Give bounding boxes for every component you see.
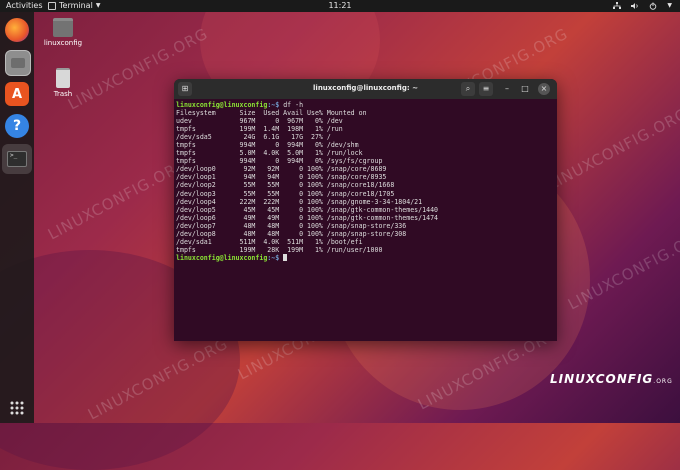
maximize-button[interactable]: □ — [519, 83, 531, 95]
terminal-output[interactable]: linuxconfig@linuxconfig:~$ df -h Filesyst… — [174, 99, 557, 264]
system-tray[interactable]: ▼ — [613, 0, 672, 12]
minimize-button[interactable]: – — [501, 83, 513, 95]
linuxconfig-logo: LINUXCONFIG.ORG — [550, 372, 673, 386]
minimize-icon: – — [505, 84, 509, 93]
desktop-icon-label: linuxconfig — [43, 39, 83, 47]
text-cursor — [283, 253, 288, 261]
dock: A ? >_ — [0, 12, 34, 423]
prompt-path: :~$ — [267, 101, 280, 109]
output-row: /dev/loop0 92M 92M 0 100% /snap/core/868… — [176, 165, 387, 174]
help-icon[interactable]: ? — [5, 114, 29, 138]
output-row: /dev/loop7 48M 48M 0 100% /snap/snap-sto… — [176, 221, 407, 230]
prompt-line: linuxconfig@linuxconfig:~$ — [176, 253, 555, 262]
output-row: tmpfs 5.0M 4.0K 5.0M 1% /run/lock — [176, 149, 363, 158]
command-text: df -h — [279, 101, 304, 109]
output-row: /dev/loop3 55M 55M 0 100% /snap/core18/1… — [176, 189, 395, 198]
output-row: udev 967M 0 967M 0% /dev — [176, 117, 343, 126]
output-row: tmpfs 199M 1.4M 198M 1% /run — [176, 125, 343, 134]
search-button[interactable]: ⌕ — [461, 82, 475, 96]
output-row: tmpfs 994M 0 994M 0% /dev/shm — [176, 141, 359, 150]
output-row: /dev/loop6 49M 49M 0 100% /snap/gtk-comm… — [176, 213, 439, 222]
prompt-path: :~$ — [267, 253, 280, 262]
output-row: /dev/sda1 511M 4.0K 511M 1% /boot/efi — [176, 237, 363, 246]
logo-suffix-text: .ORG — [653, 378, 673, 385]
top-bar: Activities Terminal ▼ 11:21 ▼ — [0, 0, 680, 12]
folder-icon — [53, 18, 73, 37]
output-header: Filesystem Size Used Avail Use% Mounted … — [176, 109, 367, 118]
maximize-icon: □ — [521, 84, 529, 93]
desktop-trash[interactable]: Trash — [43, 68, 83, 98]
chevron-down-icon: ▼ — [667, 2, 672, 9]
firefox-icon[interactable] — [5, 18, 29, 42]
desktop-icon-label: Trash — [53, 90, 73, 98]
app-grid-icon[interactable] — [5, 396, 29, 420]
output-row: /dev/sda5 24G 6.1G 17G 27% / — [176, 133, 331, 142]
files-icon[interactable] — [5, 50, 31, 76]
logo-main-text: LINUXCONFIG — [550, 372, 654, 386]
window-title: linuxconfig@linuxconfig: ~ — [313, 84, 418, 92]
close-button[interactable]: × — [538, 83, 550, 95]
network-icon — [613, 2, 622, 9]
desktop-home-folder[interactable]: linuxconfig — [43, 18, 83, 47]
output-row: /dev/loop4 222M 222M 0 100% /snap/gnome-… — [176, 197, 423, 206]
trash-icon — [56, 68, 70, 88]
volume-icon — [631, 3, 639, 9]
clock[interactable]: 11:21 — [0, 0, 680, 12]
search-icon: ⌕ — [465, 84, 471, 93]
terminal-window[interactable]: ⊞ linuxconfig@linuxconfig: ~ ⌕ ≡ – □ × l… — [174, 79, 557, 341]
hamburger-menu-icon: ≡ — [482, 84, 490, 93]
close-icon: × — [540, 84, 548, 93]
output-row: /dev/loop5 45M 45M 0 100% /snap/gtk-comm… — [176, 205, 439, 214]
output-row: tmpfs 199M 28K 199M 1% /run/user/1000 — [176, 245, 383, 254]
command-line: linuxconfig@linuxconfig:~$ df -h — [176, 101, 555, 109]
prompt-user: linuxconfig@linuxconfig — [176, 253, 268, 262]
prompt-user: linuxconfig@linuxconfig — [176, 101, 268, 109]
watermark: LINUXCONFIG.ORG — [544, 104, 680, 194]
power-icon — [650, 2, 657, 10]
output-row: /dev/loop1 94M 94M 0 100% /snap/core/893… — [176, 173, 387, 182]
watermark: LINUXCONFIG.ORG — [44, 154, 192, 244]
output-row: /dev/loop2 55M 55M 0 100% /snap/core18/1… — [176, 181, 395, 190]
output-row: /dev/loop8 48M 48M 0 100% /snap/snap-sto… — [176, 229, 407, 238]
terminal-header-bar[interactable]: ⊞ linuxconfig@linuxconfig: ~ ⌕ ≡ – □ × — [174, 79, 557, 99]
output-row: tmpfs 994M 0 994M 0% /sys/fs/cgroup — [176, 157, 383, 166]
menu-button[interactable]: ≡ — [479, 82, 493, 96]
software-icon[interactable]: A — [5, 82, 29, 106]
terminal-icon[interactable]: >_ — [2, 144, 32, 174]
